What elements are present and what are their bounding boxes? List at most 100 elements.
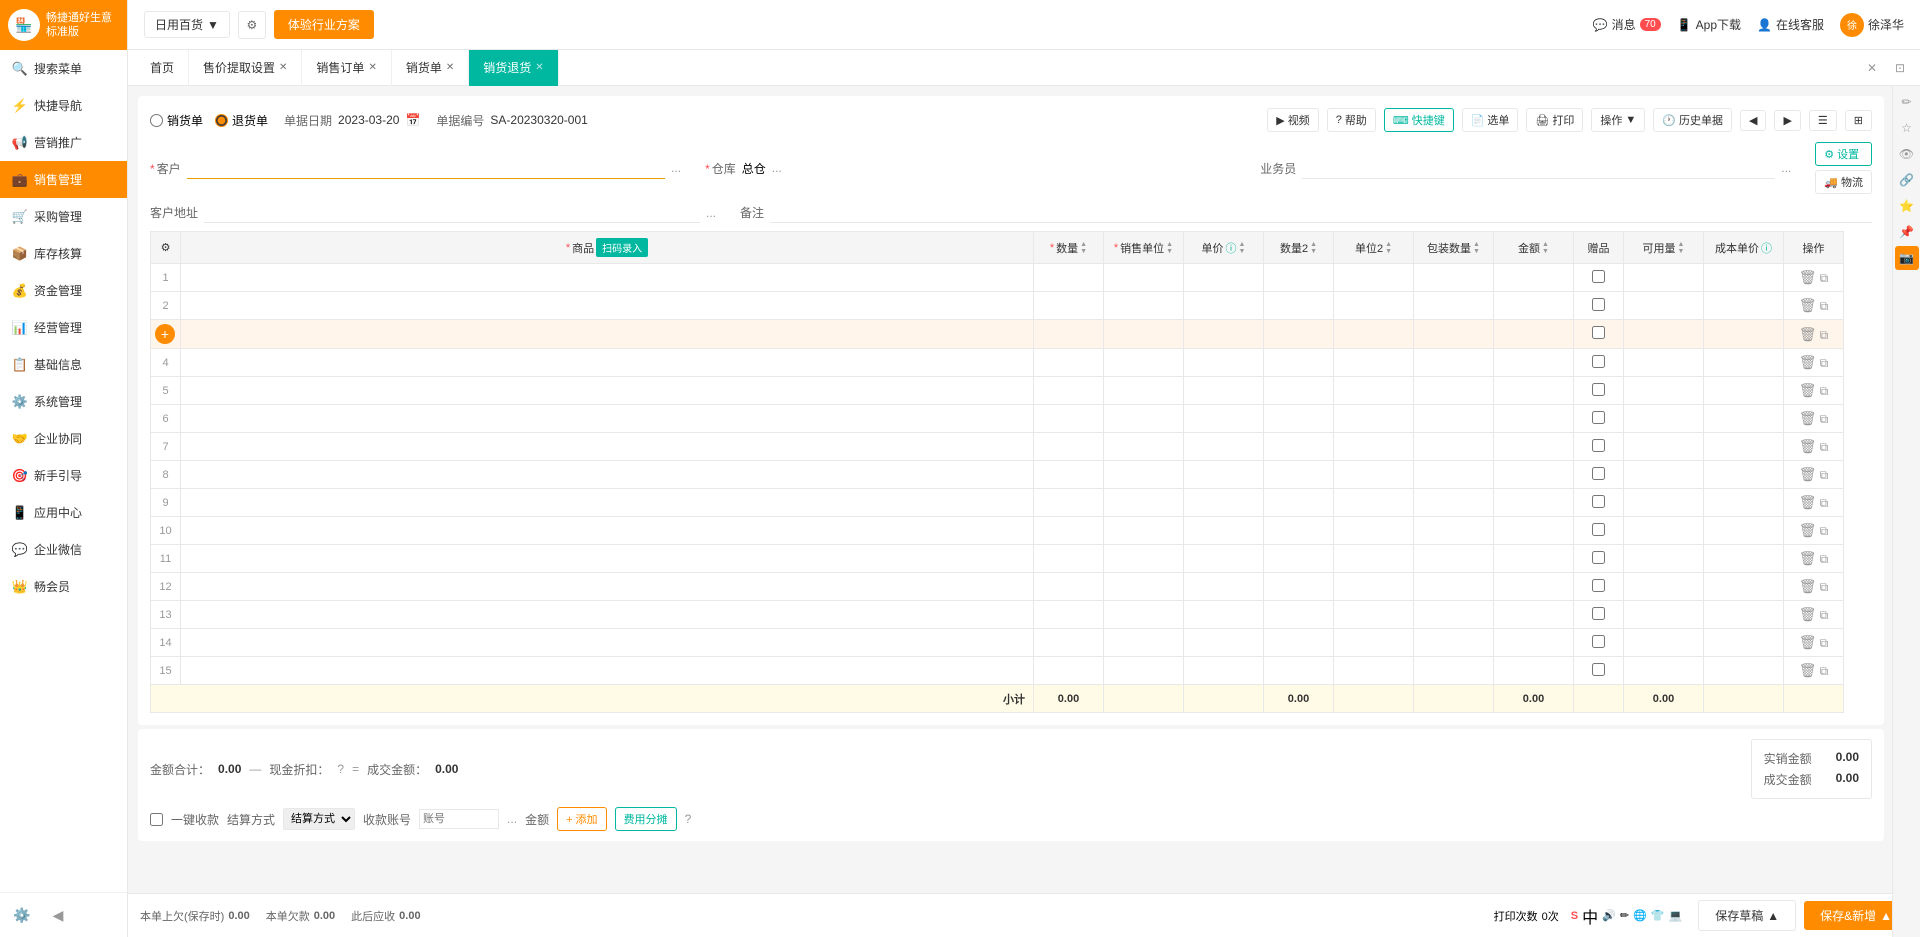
cell-price-2[interactable] [1184,292,1264,320]
copy-btn-2[interactable]: ⧉ [1820,299,1829,313]
copy-btn-1[interactable]: ⧉ [1820,271,1829,285]
cell-price-4[interactable] [1184,349,1264,377]
customer-dots[interactable]: ... [671,161,681,175]
cell-qty2-3[interactable] [1264,320,1334,349]
cell-avail-12[interactable] [1624,573,1704,601]
cell-product-1[interactable] [181,264,1034,292]
cell-amount-8[interactable] [1494,461,1574,489]
scan-btn[interactable]: 扫码录入 [596,238,648,257]
sidebar-item-search[interactable]: 🔍 搜索菜单 [0,50,127,87]
cell-qty2-8[interactable] [1264,461,1334,489]
cell-unit-5[interactable] [1104,377,1184,405]
cell-pkgqty-9[interactable] [1414,489,1494,517]
cell-price-7[interactable] [1184,433,1264,461]
th-gear[interactable]: ⚙ [151,232,181,264]
cell-amount-15[interactable] [1494,657,1574,685]
cell-unit-2[interactable] [1104,292,1184,320]
del-btn-5[interactable]: 🗑 [1799,382,1817,398]
right-fav-btn[interactable]: ⭐ [1895,194,1919,218]
cell-qty2-5[interactable] [1264,377,1334,405]
cell-price-11[interactable] [1184,545,1264,573]
cell-unit-6[interactable] [1104,405,1184,433]
cell-product-9[interactable] [181,489,1034,517]
tab-price-settings-close[interactable]: ✕ [279,62,287,73]
cell-product-13[interactable] [181,601,1034,629]
cell-unit-1[interactable] [1104,264,1184,292]
account-dots[interactable]: ... [507,812,517,826]
cell-qty2-9[interactable] [1264,489,1334,517]
cell-qty-14[interactable] [1034,629,1104,657]
copy-btn-14[interactable]: ⧉ [1820,636,1829,650]
gift-checkbox-6[interactable] [1592,411,1605,424]
cell-pkgqty-1[interactable] [1414,264,1494,292]
address-input[interactable] [204,202,700,223]
radio-return[interactable]: 退货单 [215,112,268,129]
cell-qty-12[interactable] [1034,573,1104,601]
history-btn[interactable]: 🕐 历史单据 [1653,108,1732,132]
del-btn-8[interactable]: 🗑 [1799,466,1817,482]
tab-sales-return-close[interactable]: ✕ [535,62,543,73]
copy-btn-13[interactable]: ⧉ [1820,608,1829,622]
unit2-sort[interactable]: ▲▼ [1385,241,1392,255]
del-btn-1[interactable]: 🗑 [1799,269,1817,285]
cell-qty-1[interactable] [1034,264,1104,292]
right-capture-btn[interactable]: 📷 [1895,246,1919,270]
cell-price-5[interactable] [1184,377,1264,405]
cell-product-5[interactable] [181,377,1034,405]
add-btn[interactable]: + 添加 [557,807,606,831]
price-info-icon[interactable]: ⓘ [1226,240,1237,256]
cell-gift-2[interactable] [1574,292,1624,320]
settings-quick-btn[interactable]: ⚙ 设置 [1815,142,1872,166]
sidebar-item-enterprise[interactable]: 🤝 企业协同 [0,420,127,457]
cell-unit-10[interactable] [1104,517,1184,545]
cell-cost-14[interactable] [1704,629,1784,657]
cell-product-11[interactable] [181,545,1034,573]
right-view-btn[interactable]: 👁 [1895,142,1919,166]
cell-amount-14[interactable] [1494,629,1574,657]
cost-info-icon[interactable]: ⓘ [1761,240,1772,256]
cell-pkgqty-3[interactable] [1414,320,1494,349]
cell-gift-1[interactable] [1574,264,1624,292]
status-icon-5[interactable]: 🌐 [1633,909,1647,922]
gift-checkbox-3[interactable] [1592,326,1605,339]
status-icon-7[interactable]: 💻 [1668,909,1682,922]
cell-pkgqty-8[interactable] [1414,461,1494,489]
cell-cost-7[interactable] [1704,433,1784,461]
cell-pkgqty-7[interactable] [1414,433,1494,461]
cell-product-3[interactable] [181,320,1034,349]
del-btn-12[interactable]: 🗑 [1799,578,1817,594]
right-edit-btn[interactable]: ✏ [1895,90,1919,114]
warehouse-dots[interactable]: ... [772,161,782,175]
status-icon-4[interactable]: ✏ [1620,909,1629,922]
cell-qty2-15[interactable] [1264,657,1334,685]
list-view-btn[interactable]: ☰ [1809,110,1837,131]
gift-checkbox-4[interactable] [1592,355,1605,368]
gift-checkbox-12[interactable] [1592,579,1605,592]
cell-amount-6[interactable] [1494,405,1574,433]
sidebar-item-purchase[interactable]: 🛒 采购管理 [0,198,127,235]
cell-avail-7[interactable] [1624,433,1704,461]
address-dots[interactable]: ... [706,206,716,220]
copy-btn-5[interactable]: ⧉ [1820,384,1829,398]
cell-gift-7[interactable] [1574,433,1624,461]
qty2-sort[interactable]: ▲▼ [1310,241,1317,255]
cell-pkgqty-6[interactable] [1414,405,1494,433]
save-draft-btn[interactable]: 保存草稿 ▲ [1698,900,1796,931]
sidebar-item-system[interactable]: ⚙️ 系统管理 [0,383,127,420]
cell-unit-7[interactable] [1104,433,1184,461]
cell-unit-13[interactable] [1104,601,1184,629]
sidebar-item-finance[interactable]: 💰 资金管理 [0,272,127,309]
cell-avail-5[interactable] [1624,377,1704,405]
user-profile[interactable]: 徐 徐泽华 [1840,13,1904,37]
cell-unit-15[interactable] [1104,657,1184,685]
cell-avail-10[interactable] [1624,517,1704,545]
gift-checkbox-15[interactable] [1592,663,1605,676]
cell-product-14[interactable] [181,629,1034,657]
cell-qty2-13[interactable] [1264,601,1334,629]
category-select[interactable]: 日用百货 ▼ [144,11,230,38]
cell-price-8[interactable] [1184,461,1264,489]
discount-help[interactable]: ? [337,762,344,776]
cell-unit2-11[interactable] [1334,545,1414,573]
copy-btn-12[interactable]: ⧉ [1820,580,1829,594]
product-input-3[interactable] [185,327,1029,342]
